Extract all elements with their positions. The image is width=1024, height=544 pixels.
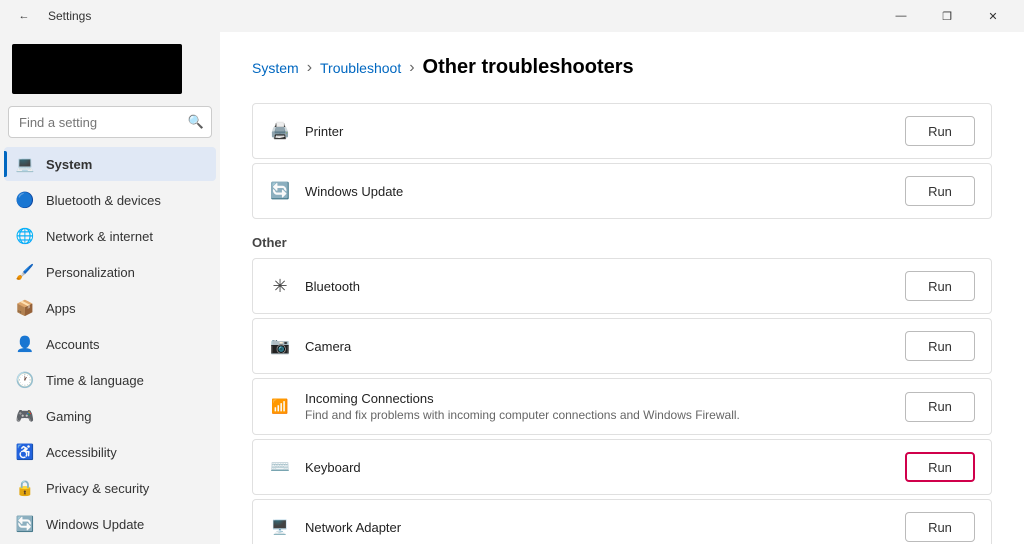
windows-update-ts-icon: 🔄 bbox=[269, 180, 291, 202]
system-icon: 💻 bbox=[16, 155, 34, 173]
back-button[interactable]: ← bbox=[8, 0, 40, 32]
sidebar-item-label: System bbox=[46, 157, 92, 172]
sidebar-item-label: Accessibility bbox=[46, 445, 117, 460]
search-input[interactable] bbox=[8, 106, 212, 138]
accounts-icon: 👤 bbox=[16, 335, 34, 353]
camera-icon: 📷 bbox=[269, 335, 291, 357]
bluetooth-icon: 🔵 bbox=[16, 191, 34, 209]
bluetooth-ts-icon: ✳ bbox=[269, 275, 291, 297]
sidebar-item-label: Privacy & security bbox=[46, 481, 149, 496]
incoming-connections-run-button[interactable]: Run bbox=[905, 392, 975, 422]
bluetooth-ts-name: Bluetooth bbox=[305, 279, 360, 294]
breadcrumb-sep2: › bbox=[409, 59, 414, 77]
sidebar-item-accessibility[interactable]: ♿ Accessibility bbox=[4, 435, 216, 469]
breadcrumb-sep1: › bbox=[307, 59, 312, 77]
camera-run-button[interactable]: Run bbox=[905, 331, 975, 361]
sidebar-item-gaming[interactable]: 🎮 Gaming bbox=[4, 399, 216, 433]
troubleshooter-camera: 📷 Camera Run bbox=[252, 318, 992, 374]
incoming-connections-desc: Find and fix problems with incoming comp… bbox=[305, 408, 740, 422]
close-button[interactable]: ✕ bbox=[970, 0, 1016, 32]
personalization-icon: 🖌️ bbox=[16, 263, 34, 281]
titlebar-controls: — ❐ ✕ bbox=[878, 0, 1016, 32]
troubleshooter-network-adapter: 🖥️ Network Adapter Run bbox=[252, 499, 992, 544]
accessibility-icon: ♿ bbox=[16, 443, 34, 461]
breadcrumb-system[interactable]: System bbox=[252, 60, 299, 76]
sidebar-item-label: Windows Update bbox=[46, 517, 144, 532]
incoming-connections-name: Incoming Connections bbox=[305, 391, 740, 406]
keyboard-run-button[interactable]: Run bbox=[905, 452, 975, 482]
gaming-icon: 🎮 bbox=[16, 407, 34, 425]
troubleshooter-keyboard: ⌨️ Keyboard Run bbox=[252, 439, 992, 495]
sidebar: 🔍 💻 System 🔵 Bluetooth & devices 🌐 Netwo… bbox=[0, 32, 220, 544]
network-adapter-icon: 🖥️ bbox=[269, 516, 291, 538]
printer-name: Printer bbox=[305, 124, 343, 139]
printer-run-button[interactable]: Run bbox=[905, 116, 975, 146]
sidebar-item-label: Network & internet bbox=[46, 229, 153, 244]
sidebar-item-windows-update[interactable]: 🔄 Windows Update bbox=[4, 507, 216, 541]
sidebar-item-personalization[interactable]: 🖌️ Personalization bbox=[4, 255, 216, 289]
sidebar-item-label: Personalization bbox=[46, 265, 135, 280]
titlebar-left: ← Settings bbox=[8, 0, 91, 32]
incoming-connections-icon: 📶 bbox=[269, 396, 291, 418]
breadcrumb-current: Other troubleshooters bbox=[423, 56, 634, 79]
minimize-button[interactable]: — bbox=[878, 0, 924, 32]
keyboard-ts-name: Keyboard bbox=[305, 460, 361, 475]
breadcrumb: System › Troubleshoot › Other troublesho… bbox=[252, 56, 992, 79]
sidebar-item-system[interactable]: 💻 System bbox=[4, 147, 216, 181]
sidebar-item-accounts[interactable]: 👤 Accounts bbox=[4, 327, 216, 361]
sidebar-item-label: Accounts bbox=[46, 337, 99, 352]
sidebar-item-label: Time & language bbox=[46, 373, 144, 388]
network-adapter-name: Network Adapter bbox=[305, 520, 401, 535]
titlebar-title: Settings bbox=[48, 9, 91, 23]
windows-update-ts-name: Windows Update bbox=[305, 184, 403, 199]
main-content: System › Troubleshoot › Other troublesho… bbox=[220, 32, 1024, 544]
apps-icon: 📦 bbox=[16, 299, 34, 317]
keyboard-icon: ⌨️ bbox=[269, 456, 291, 478]
network-adapter-run-button[interactable]: Run bbox=[905, 512, 975, 542]
troubleshooter-bluetooth: ✳ Bluetooth Run bbox=[252, 258, 992, 314]
sidebar-item-bluetooth[interactable]: 🔵 Bluetooth & devices bbox=[4, 183, 216, 217]
privacy-icon: 🔒 bbox=[16, 479, 34, 497]
windows-update-icon: 🔄 bbox=[16, 515, 34, 533]
search-box: 🔍 bbox=[8, 106, 212, 138]
troubleshooter-incoming-connections: 📶 Incoming Connections Find and fix prob… bbox=[252, 378, 992, 435]
breadcrumb-troubleshoot[interactable]: Troubleshoot bbox=[320, 60, 401, 76]
network-icon: 🌐 bbox=[16, 227, 34, 245]
sidebar-item-label: Apps bbox=[46, 301, 76, 316]
search-icon: 🔍 bbox=[188, 114, 204, 130]
sidebar-item-network[interactable]: 🌐 Network & internet bbox=[4, 219, 216, 253]
sidebar-item-apps[interactable]: 📦 Apps bbox=[4, 291, 216, 325]
restore-button[interactable]: ❐ bbox=[924, 0, 970, 32]
troubleshooter-windows-update: 🔄 Windows Update Run bbox=[252, 163, 992, 219]
app-logo bbox=[12, 44, 182, 94]
troubleshooter-printer: 🖨️ Printer Run bbox=[252, 103, 992, 159]
windows-update-run-button[interactable]: Run bbox=[905, 176, 975, 206]
time-icon: 🕐 bbox=[16, 371, 34, 389]
titlebar: ← Settings — ❐ ✕ bbox=[0, 0, 1024, 32]
app-body: 🔍 💻 System 🔵 Bluetooth & devices 🌐 Netwo… bbox=[0, 32, 1024, 544]
sidebar-item-time[interactable]: 🕐 Time & language bbox=[4, 363, 216, 397]
sidebar-item-privacy[interactable]: 🔒 Privacy & security bbox=[4, 471, 216, 505]
bluetooth-run-button[interactable]: Run bbox=[905, 271, 975, 301]
sidebar-item-label: Gaming bbox=[46, 409, 92, 424]
printer-icon: 🖨️ bbox=[269, 120, 291, 142]
camera-ts-name: Camera bbox=[305, 339, 351, 354]
other-section-label: Other bbox=[252, 235, 992, 250]
sidebar-item-label: Bluetooth & devices bbox=[46, 193, 161, 208]
